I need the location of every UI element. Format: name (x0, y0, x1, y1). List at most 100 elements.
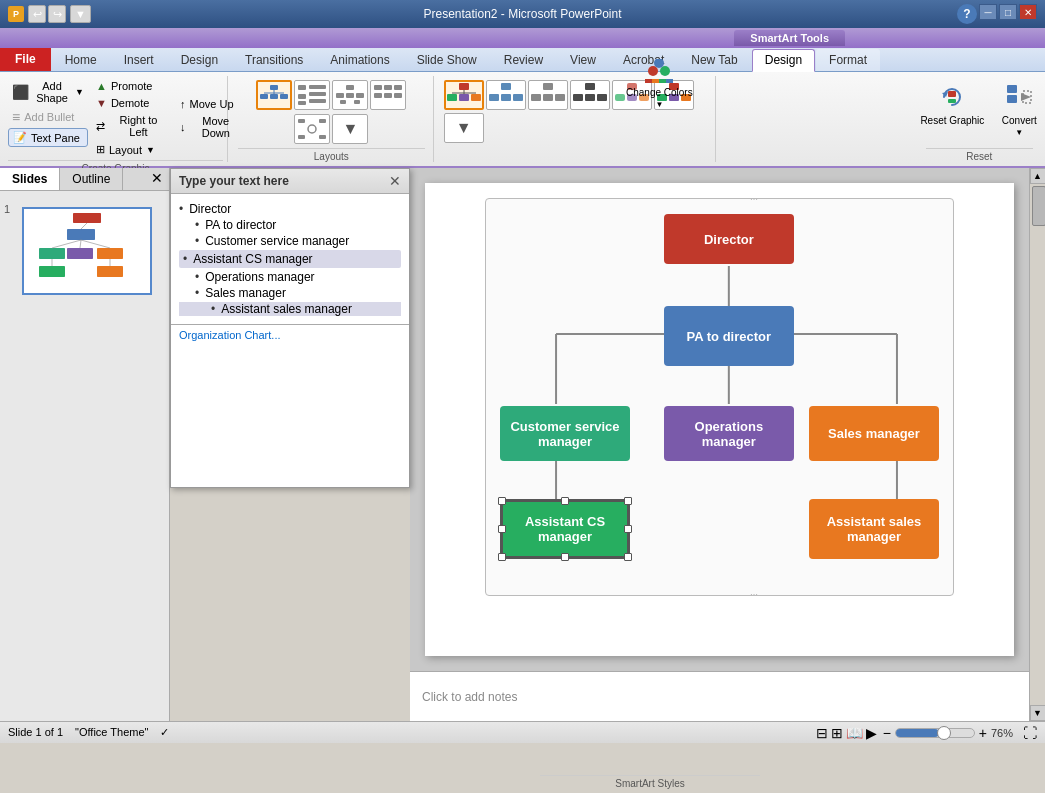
minimize-button[interactable]: ─ (979, 4, 997, 20)
text-pane-text-1: PA to director (205, 218, 276, 232)
text-pane-item-2[interactable]: • Customer service manager (179, 234, 401, 248)
zoom-slider[interactable] (895, 728, 975, 738)
notes-area[interactable]: Click to add notes (410, 671, 1029, 721)
tab-slideshow[interactable]: Slide Show (404, 49, 490, 71)
slide-canvas[interactable]: Director PA to director Customer service… (425, 183, 1014, 656)
tab-file[interactable]: File (0, 48, 51, 71)
layout-button[interactable]: ⊞ Layout ▼ (92, 141, 172, 158)
tab-view[interactable]: View (557, 49, 609, 71)
layout-item-more[interactable]: ▼ (332, 114, 368, 144)
style-item-1[interactable] (444, 80, 484, 110)
svg-rect-46 (597, 94, 607, 101)
tab-review[interactable]: Review (491, 49, 556, 71)
help-button[interactable]: ? (957, 4, 977, 24)
ops-box[interactable]: Operations manager (664, 406, 794, 461)
chart-resize-top[interactable]: ⋯ (750, 195, 760, 204)
zoom-out-button[interactable]: − (883, 725, 891, 741)
sales-box[interactable]: Sales manager (809, 406, 939, 461)
handle-bl[interactable] (498, 553, 506, 561)
svg-rect-74 (97, 248, 123, 259)
tab-design-smartart[interactable]: Design (752, 49, 815, 72)
handle-br[interactable] (624, 553, 632, 561)
tab-insert[interactable]: Insert (111, 49, 167, 71)
chart-resize-bottom[interactable]: ⋯ (750, 590, 760, 599)
director-box[interactable]: Director (664, 214, 794, 264)
add-shape-button[interactable]: ⬛ Add Shape ▼ (8, 78, 88, 106)
text-pane-item-5[interactable]: • Sales manager (179, 286, 401, 300)
close-button[interactable]: ✕ (1019, 4, 1037, 20)
layout-item-2[interactable] (294, 80, 330, 110)
tab-design-main[interactable]: Design (168, 49, 231, 71)
ribbon-tabs: File Home Insert Design Transitions Anim… (0, 48, 1045, 72)
notes-placeholder[interactable]: Click to add notes (422, 690, 517, 704)
slide-1-thumbnail[interactable] (22, 207, 152, 295)
text-pane-item-6[interactable]: • Assistant sales manager (179, 302, 401, 316)
style-item-3[interactable] (528, 80, 568, 110)
pa-label: PA to director (687, 329, 772, 344)
layout-item-1[interactable] (256, 80, 292, 110)
promote-button[interactable]: ▲ Promote (92, 78, 172, 94)
asst-sales-box[interactable]: Assistant sales manager (809, 499, 939, 559)
svg-rect-27 (298, 135, 305, 139)
tab-animations[interactable]: Animations (317, 49, 402, 71)
asst-cs-box[interactable]: Assistant CS manager (500, 499, 630, 559)
scroll-down-button[interactable]: ▼ (1030, 705, 1046, 721)
maximize-button[interactable]: □ (999, 4, 1017, 20)
add-bullet-button[interactable]: ≡ Add Bullet (8, 107, 88, 127)
handle-tl[interactable] (498, 497, 506, 505)
svg-rect-73 (67, 248, 93, 259)
tab-slides[interactable]: Slides (0, 168, 60, 190)
right-to-left-button[interactable]: ⇄ Right to Left (92, 112, 172, 140)
text-pane-footer[interactable]: Organization Chart... (171, 324, 409, 345)
style-item-2[interactable] (486, 80, 526, 110)
handle-ml[interactable] (498, 525, 506, 533)
layout-item-3[interactable] (332, 80, 368, 110)
text-pane-button[interactable]: 📝 Text Pane (8, 128, 88, 147)
style-item-more[interactable]: ▼ (444, 113, 484, 143)
right-scrollbar[interactable]: ▲ ▼ (1029, 168, 1045, 721)
tab-transitions[interactable]: Transitions (232, 49, 316, 71)
redo-button[interactable]: ↪ (48, 5, 66, 23)
scroll-thumb[interactable] (1032, 186, 1046, 226)
pa-box[interactable]: PA to director (664, 306, 794, 366)
tab-home[interactable]: Home (52, 49, 110, 71)
text-pane-close-button[interactable]: ✕ (389, 173, 401, 189)
sidebar-close-button[interactable]: ✕ (145, 168, 169, 190)
csm-box[interactable]: Customer service manager (500, 406, 630, 461)
scroll-up-button[interactable]: ▲ (1030, 168, 1046, 184)
style-item-4[interactable] (570, 80, 610, 110)
customize-btn[interactable]: ▼ (70, 5, 91, 23)
handle-tr[interactable] (624, 497, 632, 505)
handle-mr[interactable] (624, 525, 632, 533)
tab-outline[interactable]: Outline (60, 168, 123, 190)
tab-format[interactable]: Format (816, 49, 880, 71)
handle-bm[interactable] (561, 553, 569, 561)
text-pane-item-4[interactable]: • Operations manager (179, 270, 401, 284)
text-pane-item-1[interactable]: • PA to director (179, 218, 401, 232)
normal-view-button[interactable]: ⊟ (816, 725, 828, 741)
reset-graphic-button[interactable]: Reset Graphic (914, 80, 990, 129)
spell-check-icon[interactable]: ✓ (160, 726, 169, 739)
text-pane-item-3[interactable]: • Assistant CS manager (179, 250, 401, 268)
slideshow-button[interactable]: ▶ (866, 725, 877, 741)
undo-button[interactable]: ↩ (28, 5, 46, 23)
fit-slide-button[interactable]: ⛶ (1023, 725, 1037, 741)
demote-button[interactable]: ▼ Demote (92, 95, 172, 111)
convert-button[interactable]: Convert ▼ (994, 80, 1044, 140)
layout-item-5[interactable] (294, 114, 330, 144)
handle-tm[interactable] (561, 497, 569, 505)
change-colors-button[interactable]: Change Colors ▼ (620, 56, 699, 112)
reading-view-button[interactable]: 📖 (846, 725, 863, 741)
layout-item-4[interactable] (370, 80, 406, 110)
zoom-thumb[interactable] (937, 726, 951, 740)
svg-rect-12 (346, 85, 354, 90)
bullet-icon-4: • (195, 270, 199, 284)
slide-sorter-button[interactable]: ⊞ (831, 725, 843, 741)
svg-rect-6 (298, 85, 306, 90)
text-pane-text-3: Assistant CS manager (193, 252, 312, 266)
svg-rect-17 (354, 100, 360, 104)
org-chart-link[interactable]: Organization Chart... (179, 329, 281, 341)
zoom-in-button[interactable]: + (979, 725, 987, 741)
svg-point-55 (648, 66, 658, 76)
text-pane-item-0[interactable]: • Director (179, 202, 401, 216)
